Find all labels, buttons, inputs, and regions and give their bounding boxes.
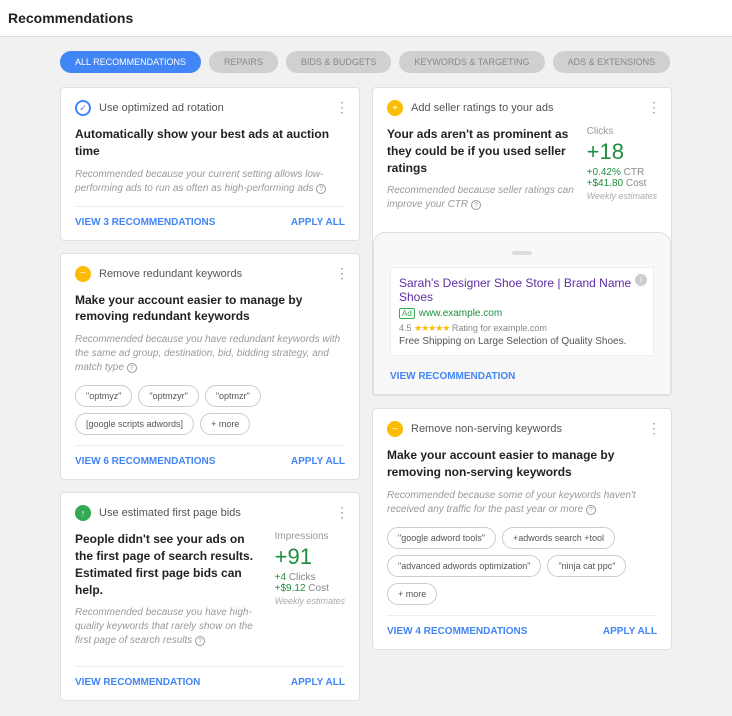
right-column: ⋮ Add seller ratings to your ads Your ad… [372,87,672,701]
info-icon[interactable] [635,274,647,286]
view-recommendations-button[interactable]: VIEW 4 RECOMMENDATIONS [387,626,527,637]
ad-rating: 4.5 ★★★★★ Rating for example.com [399,323,645,334]
more-icon[interactable]: ⋮ [335,100,349,114]
tab-all[interactable]: ALL RECOMMENDATIONS [60,51,201,73]
tab-repairs[interactable]: REPAIRS [209,51,278,73]
card-title: People didn't see your ads on the first … [75,531,263,598]
apply-all-button[interactable]: APPLY ALL [291,217,345,228]
view-recommendation-button[interactable]: VIEW RECOMMENDATION [75,677,200,688]
plus-icon [387,100,403,116]
keyword-chip[interactable]: "optmyz" [75,385,132,407]
tab-bids[interactable]: BIDS & BUDGETS [286,51,392,73]
ad-box: Sarah's Designer Shoe Store | Brand Name… [390,267,654,356]
help-icon[interactable] [195,636,205,646]
apply-all-button[interactable]: APPLY ALL [291,456,345,467]
card-title: Make your account easier to manage by re… [75,292,345,326]
card-head-label: Remove non-serving keywords [411,423,562,435]
stat-label: Impressions [275,531,345,542]
card-first-page-bids: ⋮ Use estimated first page bids People d… [60,492,360,701]
view-recommendations-button[interactable]: VIEW 6 RECOMMENDATIONS [75,456,215,467]
minus-icon [387,421,403,437]
more-chip[interactable]: + more [387,583,437,605]
stat-label: Clicks [587,126,657,137]
minus-icon [75,266,91,282]
keyword-chip[interactable]: "advanced adwords optimization" [387,555,541,577]
card-desc: Recommended because you have high-qualit… [75,606,263,648]
cards-grid: ⋮ Use optimized ad rotation Automaticall… [0,87,732,716]
card-desc: Recommended because some of your keyword… [387,489,657,517]
device-notch [512,251,532,255]
card-redundant-keywords: ⋮ Remove redundant keywords Make your ac… [60,253,360,481]
more-icon[interactable]: ⋮ [335,505,349,519]
filter-tabs: ALL RECOMMENDATIONS REPAIRS BIDS & BUDGE… [0,37,732,87]
ad-title: Sarah's Designer Shoe Store | Brand Name… [399,276,645,304]
card-head-label: Use estimated first page bids [99,507,241,519]
keyword-chip[interactable]: "ninja cat ppc" [547,555,626,577]
more-icon[interactable]: ⋮ [647,421,661,435]
check-icon [75,100,91,116]
card-head-label: Remove redundant keywords [99,268,242,280]
stat-weekly: Weekly estimates [275,596,345,606]
card-ad-rotation: ⋮ Use optimized ad rotation Automaticall… [60,87,360,241]
help-icon[interactable] [316,184,326,194]
apply-all-button[interactable]: APPLY ALL [291,677,345,688]
keyword-chips: "google adword tools" +adwords search +t… [387,527,657,605]
keyword-chip[interactable]: +adwords search +tool [502,527,615,549]
view-recommendation-button[interactable]: VIEW RECOMMENDATION [390,371,515,382]
more-chip[interactable]: + more [200,413,250,435]
left-column: ⋮ Use optimized ad rotation Automaticall… [60,87,360,701]
keyword-chip[interactable]: "google adword tools" [387,527,496,549]
card-title: Automatically show your best ads at auct… [75,126,345,160]
ad-badge: Ad [399,308,415,319]
more-icon[interactable]: ⋮ [335,266,349,280]
stats-block: Impressions +91 +4 Clicks +$9.12 Cost We… [275,531,345,658]
tab-ads[interactable]: ADS & EXTENSIONS [553,51,671,73]
keyword-chip[interactable]: [google scripts adwords] [75,413,194,435]
card-desc: Recommended because you have redundant k… [75,333,345,375]
help-icon[interactable] [127,363,137,373]
view-recommendations-button[interactable]: VIEW 3 RECOMMENDATIONS [75,217,215,228]
help-icon[interactable] [586,505,596,515]
page-title: Recommendations [8,10,724,26]
tab-keywords[interactable]: KEYWORDS & TARGETING [399,51,544,73]
keyword-chip[interactable]: "optmzyr" [138,385,198,407]
stat-weekly: Weekly estimates [587,191,657,201]
ad-url: www.example.com [419,308,502,319]
ad-preview: Sarah's Designer Shoe Store | Brand Name… [373,232,671,395]
card-non-serving-keywords: ⋮ Remove non-serving keywords Make your … [372,408,672,650]
card-desc: Recommended because your current setting… [75,168,345,196]
card-head-label: Add seller ratings to your ads [411,102,553,114]
card-title: Make your account easier to manage by re… [387,447,657,481]
card-head-label: Use optimized ad rotation [99,102,224,114]
stat-clicks: +18 [587,139,657,165]
apply-all-button[interactable]: APPLY ALL [603,626,657,637]
up-icon [75,505,91,521]
page-header: Recommendations [0,0,732,37]
card-title: Your ads aren't as prominent as they cou… [387,126,575,176]
card-seller-ratings: ⋮ Add seller ratings to your ads Your ad… [372,87,672,396]
stats-block: Clicks +18 +0.42% CTR +$41.80 Cost Weekl… [587,126,657,222]
ad-text: Free Shipping on Large Selection of Qual… [399,336,645,347]
help-icon[interactable] [471,200,481,210]
keyword-chips: "optmyz" "optmzyr" "optmzr" [google scri… [75,385,345,435]
stat-impressions: +91 [275,544,345,570]
more-icon[interactable]: ⋮ [647,100,661,114]
keyword-chip[interactable]: "optmzr" [205,385,261,407]
card-desc: Recommended because seller ratings can i… [387,184,575,212]
